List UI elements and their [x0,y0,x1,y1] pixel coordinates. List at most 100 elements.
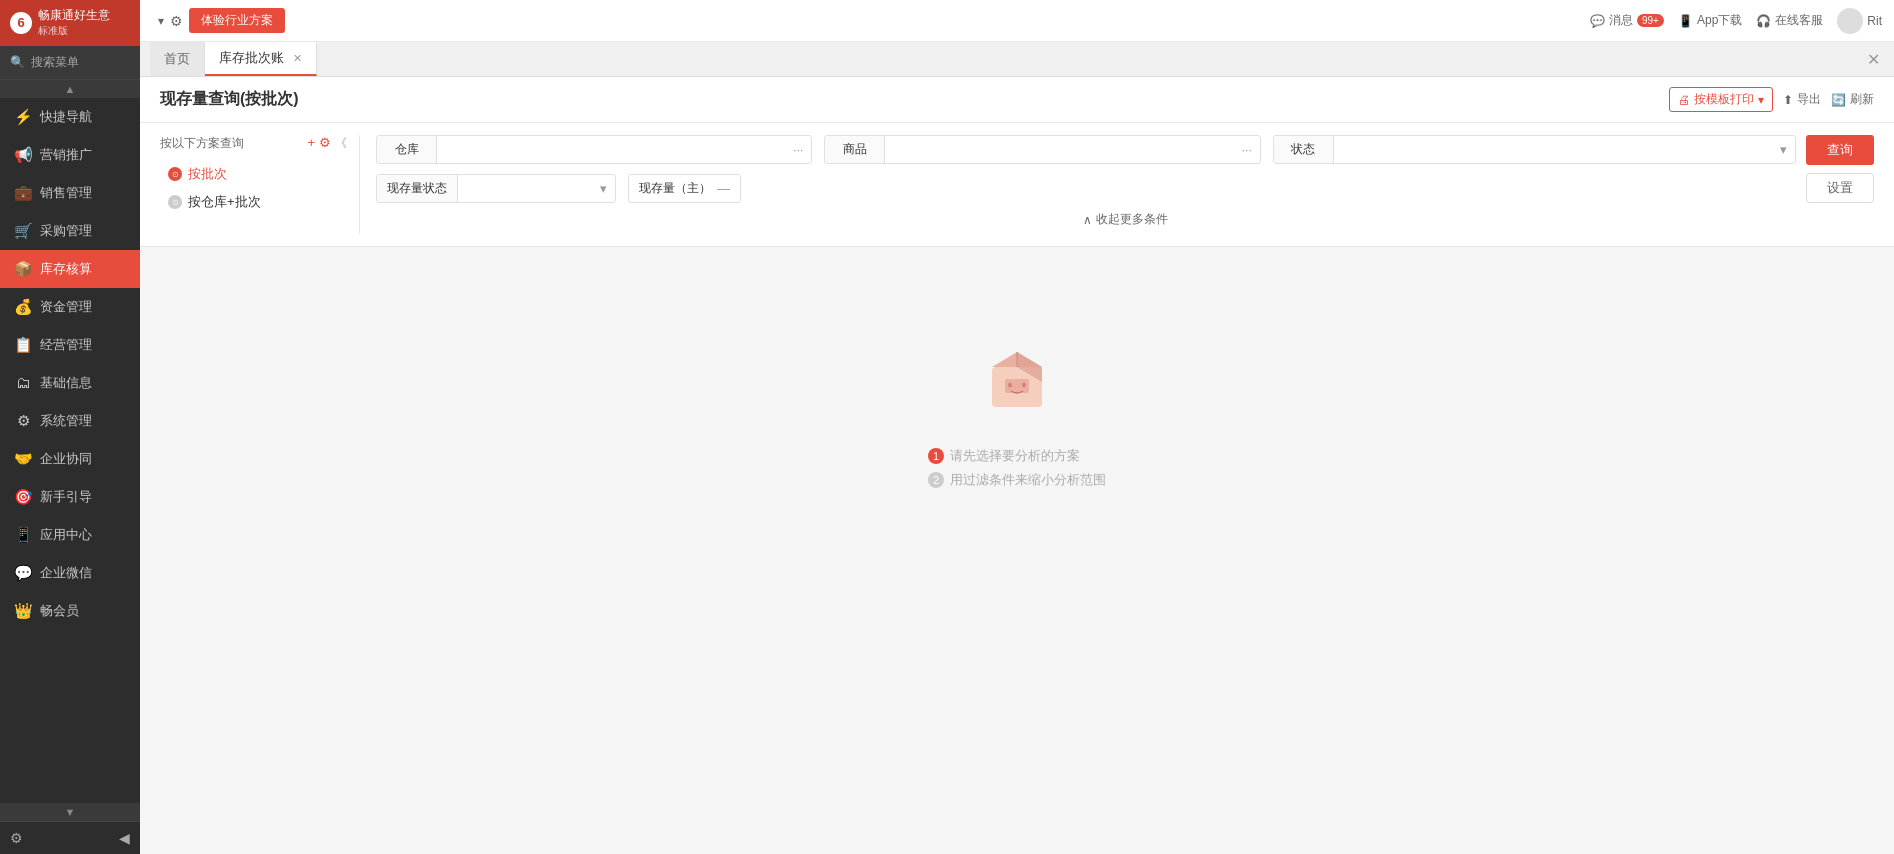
sidebar-item-sales[interactable]: 💼销售管理 [0,174,140,212]
nav-label-enterprise: 企业协同 [40,450,92,468]
filter-left-icons: + ⚙ 《 [307,135,347,152]
printer-icon: 🖨 [1678,93,1690,107]
tip-num-2: 2 [928,472,944,488]
tab-home[interactable]: 首页 [150,42,205,76]
empty-state: 1 请先选择要分析的方案 2 用过滤条件来缩小分析范围 [140,247,1894,575]
sidebar-item-purchase[interactable]: 🛒采购管理 [0,212,140,250]
stock-qty-field: 现存量（主） — [628,174,741,203]
app-download-btn[interactable]: 📱 App下载 [1678,12,1742,29]
collapse-left-btn[interactable]: 《 [335,135,347,152]
sidebar-item-guide[interactable]: 🎯 新手引导 [0,478,140,516]
sidebar-footer: ⚙ ◀ [0,821,140,854]
sidebar-item-operations[interactable]: 📋经营管理 [0,326,140,364]
message-icon: 💬 [1590,14,1605,28]
user-avatar [1837,8,1863,34]
dropdown-arrow-icon: ▾ [158,14,164,28]
stock-status-value [458,184,592,194]
scheme-dot-active: ⊙ [168,167,182,181]
topbar-left: ▾ ⚙ 体验行业方案 [152,8,1580,33]
sidebar-header: 6 畅康通好生意 标准版 [0,0,140,46]
nav-label-purchase: 采购管理 [40,222,92,240]
nav-icon-system: ⚙ [14,412,32,430]
sidebar-item-basic[interactable]: 🗂 基础信息 [0,364,140,402]
status-input[interactable] [1334,138,1772,162]
nav-icon-guide: 🎯 [14,488,32,506]
online-support-btn[interactable]: 🎧 在线客服 [1756,12,1823,29]
empty-tips: 1 请先选择要分析的方案 2 用过滤条件来缩小分析范围 [928,447,1106,495]
stock-status-arrow[interactable]: ▾ [592,176,615,201]
trial-btn[interactable]: 体验行业方案 [189,8,285,33]
topbar-gear-btn[interactable]: ⚙ [170,13,183,29]
scheme-by-batch[interactable]: ⊙ 按批次 [160,160,347,188]
nav-icon-member: 👑 [14,602,32,620]
status-arrow-icon[interactable]: ▾ [1772,137,1795,162]
query-btn[interactable]: 查询 [1806,135,1874,165]
product-dots[interactable]: ··· [1234,138,1260,162]
refresh-btn[interactable]: 🔄 刷新 [1831,91,1874,108]
sidebar-item-system[interactable]: ⚙系统管理 [0,402,140,440]
svg-point-5 [1008,383,1012,388]
refresh-icon: 🔄 [1831,93,1846,107]
sidebar-item-marketing[interactable]: 📢营销推广 [0,136,140,174]
notification-badge: 99+ [1637,14,1664,27]
nav-label-inventory: 库存核算 [40,260,92,278]
page-title: 现存量查询(按批次) [160,89,299,110]
nav-label-quick-nav: 快捷导航 [40,108,92,126]
nav-label-finance: 资金管理 [40,298,92,316]
scheme-settings-btn[interactable]: ⚙ [319,135,331,152]
export-btn[interactable]: ⬆ 导出 [1783,91,1821,108]
nav-label-member: 畅会员 [40,602,79,620]
nav-label-marketing: 营销推广 [40,146,92,164]
nav-label-guide: 新手引导 [40,488,92,506]
sidebar-item-enterprise[interactable]: 🤝企业协同 [0,440,140,478]
stock-qty-dash: — [717,181,730,196]
scroll-down-btn[interactable]: ▼ [0,803,140,821]
print-dropdown-icon[interactable]: ▾ [1758,93,1764,107]
sidebar-item-quick-nav[interactable]: ⚡快捷导航 [0,98,140,136]
sidebar-nav: ⚡快捷导航📢营销推广💼销售管理🛒采购管理📦库存核算💰资金管理📋经营管理 🗂 基础信息… [0,98,140,803]
user-profile-btn[interactable]: Rit [1837,8,1882,34]
nav-label-wechat: 企业微信 [40,564,92,582]
sidebar-item-member[interactable]: 👑 畅会员 [0,592,140,630]
warehouse-input[interactable] [437,138,785,162]
nav-label-sales: 销售管理 [40,184,92,202]
scroll-up-btn[interactable]: ▲ [0,80,140,98]
warehouse-field: 仓库 ··· [376,135,812,164]
settings-footer-icon[interactable]: ⚙ [10,830,23,846]
scheme-by-warehouse-batch[interactable]: ⊙ 按仓库+批次 [160,188,347,216]
nav-icon-basic: 🗂 [14,374,32,391]
collapse-more-btn[interactable]: ∧ 收起更多条件 [376,205,1874,234]
add-scheme-btn[interactable]: + [307,135,315,152]
nav-icon-operations: 📋 [14,336,32,354]
status-label: 状态 [1274,136,1334,163]
notifications-btn[interactable]: 💬 消息 99+ [1590,12,1664,29]
sidebar-item-app-center[interactable]: 📱应用中心 [0,516,140,554]
headset-icon: 🎧 [1756,14,1771,28]
collapse-icon: ∧ [1083,213,1092,227]
close-tab-btn[interactable]: ✕ [1863,48,1884,71]
collapse-sidebar-btn[interactable]: ◀ [119,830,130,846]
topbar-dropdown[interactable]: ▾ [158,14,164,28]
product-field: 商品 ··· [824,135,1260,164]
sidebar-item-finance[interactable]: 💰资金管理 [0,288,140,326]
page-content: 现存量查询(按批次) 🖨 按模板打印 ▾ ⬆ 导出 🔄 刷新 [140,77,1894,854]
filter-right-panel: 仓库 ··· 商品 ··· 状态 [360,135,1874,234]
warehouse-dots[interactable]: ··· [785,138,811,162]
tab-close-icon[interactable]: ✕ [293,52,302,65]
settings-btn[interactable]: 设置 [1806,173,1874,203]
product-input[interactable] [885,138,1233,162]
tabs-bar: 首页 库存批次账 ✕ ✕ [140,42,1894,77]
filter-left-header: 按以下方案查询 + ⚙ 《 [160,135,347,152]
company-name: 畅康通好生意 [38,8,110,24]
sidebar-search[interactable]: 🔍 搜索菜单 [0,46,140,80]
export-icon: ⬆ [1783,93,1793,107]
nav-label-basic: 基础信息 [40,374,92,392]
tab-inventory-batch[interactable]: 库存批次账 ✕ [205,42,317,76]
app-version: 标准版 [38,24,110,38]
print-btn[interactable]: 🖨 按模板打印 ▾ [1669,87,1773,112]
stock-qty-label: 现存量（主） [639,180,711,197]
filter-area: 按以下方案查询 + ⚙ 《 ⊙ 按批次 ⊙ 按仓库+批次 [140,123,1894,247]
sidebar-item-inventory[interactable]: 📦库存核算 [0,250,140,288]
sidebar-item-wechat[interactable]: 💬企业微信 [0,554,140,592]
page-header-actions: 🖨 按模板打印 ▾ ⬆ 导出 🔄 刷新 [1669,87,1874,112]
